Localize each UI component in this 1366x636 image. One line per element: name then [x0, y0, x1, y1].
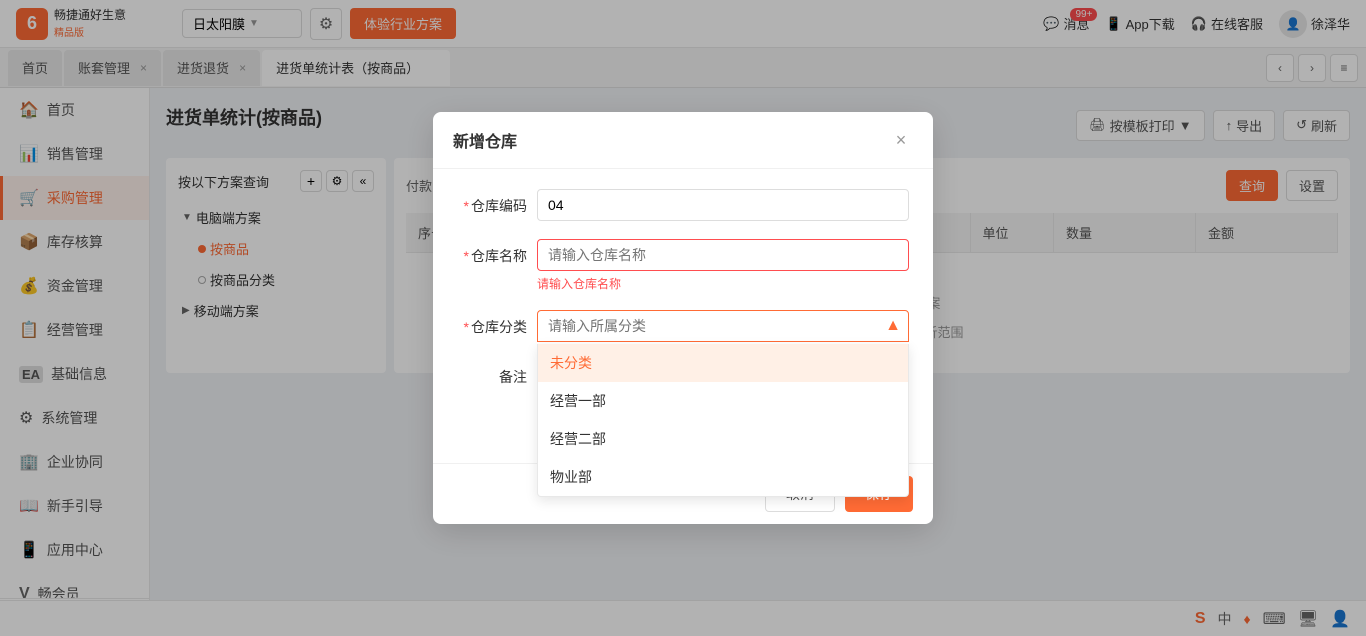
- name-input[interactable]: [537, 239, 909, 271]
- category-input-wrapper: ▲: [537, 310, 909, 342]
- form-row-code: 仓库编码: [457, 189, 909, 221]
- dialog-close-button[interactable]: ×: [889, 128, 913, 152]
- category-input[interactable]: [537, 310, 909, 342]
- category-dropdown: 未分类 经营一部 经营二部 物业部: [537, 344, 909, 497]
- dropdown-item-dept1[interactable]: 经营一部: [538, 382, 908, 420]
- form-row-category: 仓库分类 ▲ 未分类 经营一部 经营二部 物业部: [457, 310, 909, 342]
- dialog-header: 新增仓库 ×: [433, 112, 933, 169]
- dialog-overlay[interactable]: 新增仓库 × 仓库编码 仓库名称 请输入仓库名称 仓库分类: [0, 0, 1366, 636]
- dropdown-item-dept2[interactable]: 经营二部: [538, 420, 908, 458]
- form-row-name: 仓库名称 请输入仓库名称: [457, 239, 909, 292]
- name-error-message: 请输入仓库名称: [537, 275, 909, 292]
- name-label: 仓库名称: [457, 239, 537, 266]
- category-field: ▲ 未分类 经营一部 经营二部 物业部: [537, 310, 909, 342]
- code-label: 仓库编码: [457, 189, 537, 216]
- code-field: [537, 189, 909, 221]
- dialog-title: 新增仓库: [453, 128, 517, 152]
- dropdown-item-uncategorized[interactable]: 未分类: [538, 344, 908, 382]
- note-label: 备注: [457, 360, 537, 387]
- code-input[interactable]: [537, 189, 909, 221]
- dropdown-item-dept3[interactable]: 物业部: [538, 458, 908, 496]
- dialog-body: 仓库编码 仓库名称 请输入仓库名称 仓库分类 ▲: [433, 169, 933, 463]
- name-field: 请输入仓库名称: [537, 239, 909, 292]
- category-label: 仓库分类: [457, 310, 537, 337]
- warehouse-dialog: 新增仓库 × 仓库编码 仓库名称 请输入仓库名称 仓库分类: [433, 112, 933, 524]
- chevron-up-icon[interactable]: ▲: [885, 317, 901, 335]
